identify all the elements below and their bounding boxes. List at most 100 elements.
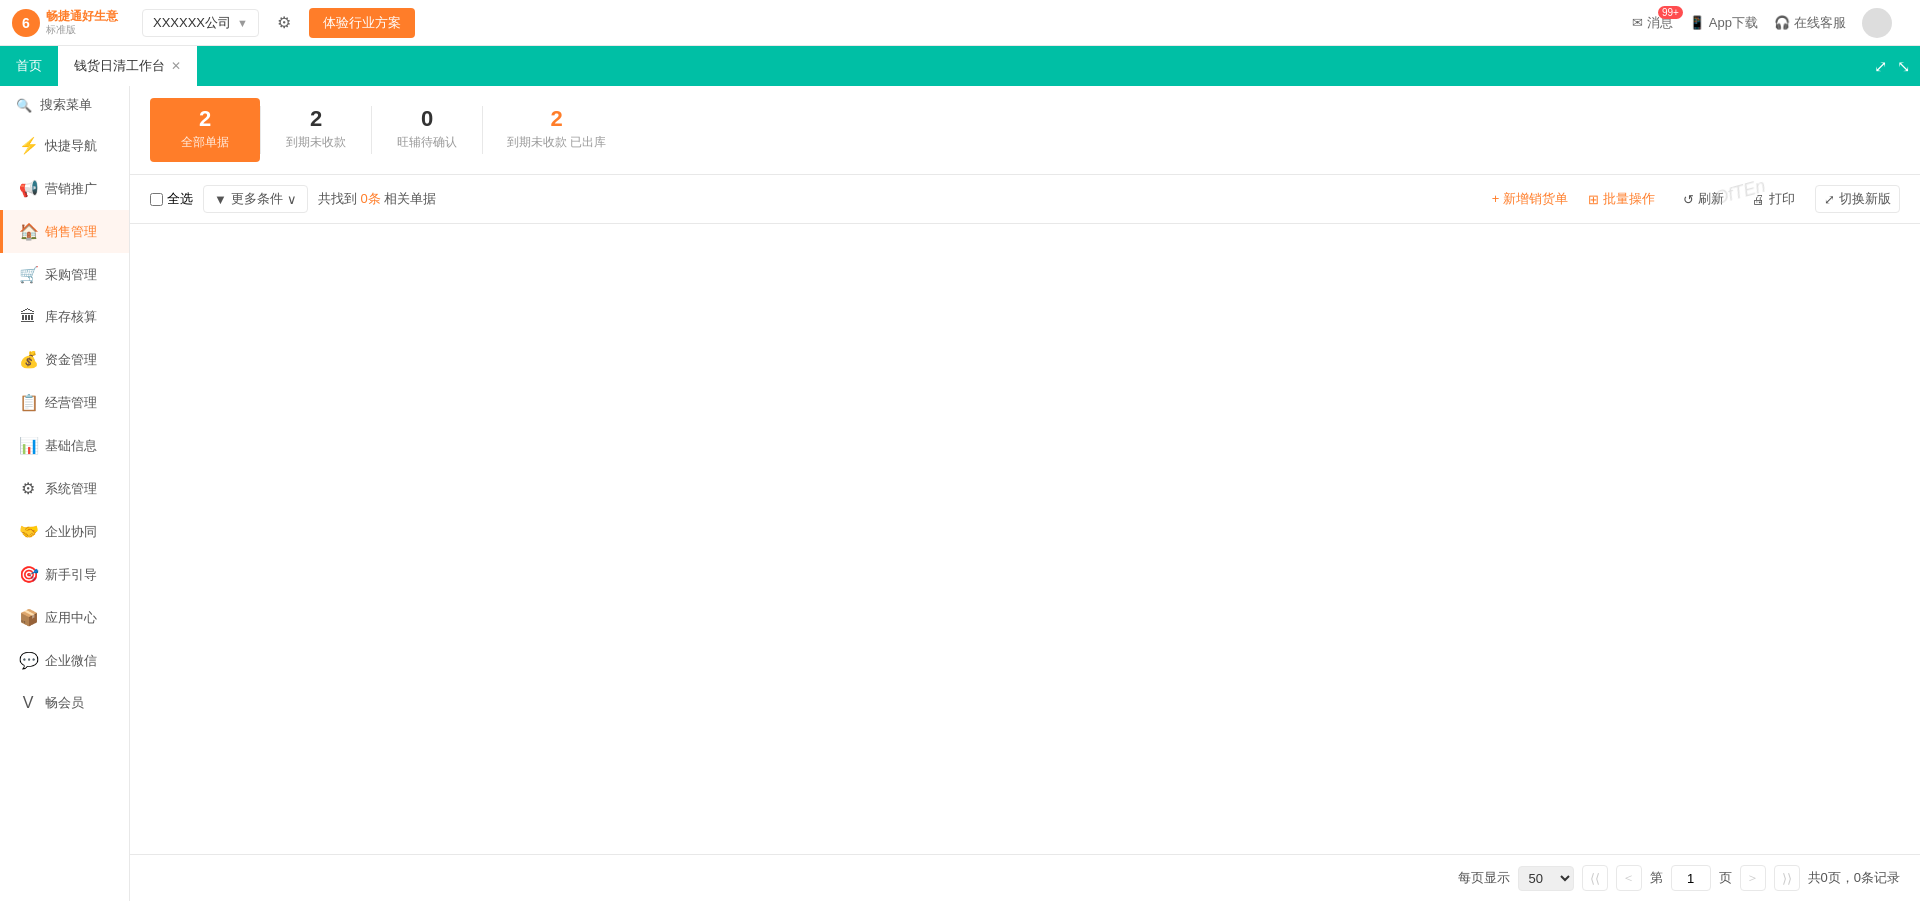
online-service-button[interactable]: 🎧 在线客服	[1774, 14, 1846, 32]
filter-icon: ▼	[214, 192, 227, 207]
sidebar-label-finance: 资金管理	[45, 351, 97, 369]
print-button[interactable]: 🖨 打印	[1744, 186, 1803, 212]
company-name: XXXXXX公司	[153, 14, 231, 32]
summary-cards: 2 全部单据 2 到期未收款 0 旺辅待确认 2 到期未收款 已出库	[130, 86, 1920, 175]
app-center-icon: 📦	[19, 608, 37, 627]
found-text: 共找到 0条 相关单据	[318, 190, 436, 208]
refresh-icon: ↺	[1683, 192, 1694, 207]
sidebar-label-wechat: 企业微信	[45, 652, 97, 670]
sidebar-item-purchase[interactable]: 🛒 采购管理	[0, 253, 129, 296]
avatar[interactable]	[1862, 8, 1892, 38]
filter-button[interactable]: ▼ 更多条件 ∨	[203, 185, 308, 213]
tab-work-label: 钱货日清工作台	[74, 57, 165, 75]
filter-label: 更多条件	[231, 190, 283, 208]
trial-button[interactable]: 体验行业方案	[309, 8, 415, 38]
header-right: ✉ 消息 99+ 📱 App下载 🎧 在线客服	[1632, 8, 1908, 38]
batch-label: 批量操作	[1603, 190, 1655, 208]
pagination-bar: 每页显示 50 20 100 ⟨⟨ ＜ 第 页 ＞ ⟩⟩ 共0页，0条记录	[130, 854, 1920, 901]
sidebar-item-sales[interactable]: 🏠 销售管理	[0, 210, 129, 253]
logo-text: 畅捷通好生意 标准版	[46, 9, 118, 35]
card-shipped-label: 到期未收款 已出库	[507, 134, 606, 151]
logo-title: 畅捷通好生意	[46, 9, 118, 23]
new-sales-order-button[interactable]: + 新增销货单	[1492, 190, 1568, 208]
sidebar-item-system[interactable]: ⚙ 系统管理	[0, 467, 129, 510]
page-label: 第	[1650, 869, 1663, 887]
sidebar-item-quick-nav[interactable]: ⚡ 快捷导航	[0, 124, 129, 167]
batch-action-button[interactable]: ⊞ 批量操作	[1580, 186, 1663, 212]
message-icon: ✉	[1632, 15, 1643, 30]
filter-arrow-icon: ∨	[287, 192, 297, 207]
logo-area: 6 畅捷通好生意 标准版	[12, 9, 142, 37]
tab-expand-button[interactable]: ⤡	[1897, 57, 1910, 76]
tab-home-label: 首页	[16, 57, 42, 75]
next-page-button[interactable]: ＞	[1740, 865, 1766, 891]
message-badge: 99+	[1658, 6, 1683, 19]
toolbar-left: 全选 ▼ 更多条件 ∨ 共找到 0条 相关单据	[150, 185, 446, 213]
first-page-button[interactable]: ⟨⟨	[1582, 865, 1608, 891]
sidebar-item-marketing[interactable]: 📢 营销推广	[0, 167, 129, 210]
sidebar-item-operations[interactable]: 📋 经营管理	[0, 381, 129, 424]
select-all-checkbox[interactable]: 全选	[150, 190, 193, 208]
basic-info-icon: 📊	[19, 436, 37, 455]
settings-button[interactable]: ⚙	[269, 8, 299, 38]
sidebar-label-member: 畅会员	[45, 694, 84, 712]
sidebar-item-guide[interactable]: 🎯 新手引导	[0, 553, 129, 596]
app-download-button[interactable]: 📱 App下载	[1689, 14, 1758, 32]
quick-nav-icon: ⚡	[19, 136, 37, 155]
sidebar-item-enterprise[interactable]: 🤝 企业协同	[0, 510, 129, 553]
sidebar-item-finance[interactable]: 💰 资金管理	[0, 338, 129, 381]
company-selector[interactable]: XXXXXX公司 ▼	[142, 9, 259, 37]
checkbox-input[interactable]	[150, 193, 163, 206]
switch-label: 切换新版	[1839, 190, 1891, 208]
tab-home[interactable]: 首页	[0, 46, 58, 86]
sidebar-item-member[interactable]: V 畅会员	[0, 682, 129, 724]
finance-icon: 💰	[19, 350, 37, 369]
card-shipped-num: 2	[551, 106, 563, 132]
tab-close-icon[interactable]: ✕	[171, 59, 181, 73]
card-overdue-num: 2	[310, 106, 322, 132]
refresh-button[interactable]: ↺ 刷新	[1675, 186, 1732, 212]
search-menu-button[interactable]: 🔍 搜索菜单	[0, 86, 129, 124]
found-prefix: 共找到	[318, 191, 357, 206]
tab-minimize-button[interactable]: ⤢	[1874, 57, 1887, 76]
marketing-icon: 📢	[19, 179, 37, 198]
sidebar-item-wechat[interactable]: 💬 企业微信	[0, 639, 129, 682]
select-all-label: 全选	[167, 190, 193, 208]
online-service-label: 在线客服	[1794, 14, 1846, 32]
sidebar-label-system: 系统管理	[45, 480, 97, 498]
page-input[interactable]	[1671, 865, 1711, 891]
sidebar-item-app-center[interactable]: 📦 应用中心	[0, 596, 129, 639]
system-icon: ⚙	[19, 479, 37, 498]
main-layout: 🔍 搜索菜单 ⚡ 快捷导航 📢 营销推广 🏠 销售管理 🛒 采购管理 🏛 库存核…	[0, 86, 1920, 901]
search-icon: 🔍	[16, 98, 32, 113]
tab-work[interactable]: 钱货日清工作台 ✕	[58, 46, 197, 86]
sidebar-item-basic-info[interactable]: 📊 基础信息	[0, 424, 129, 467]
card-overdue-label: 到期未收款	[286, 134, 346, 151]
tab-bar: 首页 钱货日清工作台 ✕ ⤢ ⤡	[0, 46, 1920, 86]
inventory-icon: 🏛	[19, 308, 37, 326]
sidebar-item-inventory[interactable]: 🏛 库存核算	[0, 296, 129, 338]
page-size-select[interactable]: 50 20 100	[1518, 866, 1574, 891]
top-header: 6 畅捷通好生意 标准版 XXXXXX公司 ▼ ⚙ 体验行业方案 ✉ 消息 99…	[0, 0, 1920, 46]
table-area	[130, 224, 1920, 854]
card-pending[interactable]: 0 旺辅待确认	[372, 98, 482, 162]
guide-icon: 🎯	[19, 565, 37, 584]
message-button[interactable]: ✉ 消息 99+	[1632, 14, 1673, 32]
found-suffix: 相关单据	[384, 191, 436, 206]
print-label: 打印	[1769, 190, 1795, 208]
sidebar-label-operations: 经营管理	[45, 394, 97, 412]
card-shipped[interactable]: 2 到期未收款 已出库	[483, 98, 630, 162]
wechat-icon: 💬	[19, 651, 37, 670]
card-all[interactable]: 2 全部单据	[150, 98, 260, 162]
total-text: 共0页，0条记录	[1808, 869, 1900, 887]
card-pending-label: 旺辅待确认	[397, 134, 457, 151]
card-all-label: 全部单据	[181, 134, 229, 151]
switch-icon: ⤢	[1824, 192, 1835, 207]
switch-new-button[interactable]: ⤢ 切换新版	[1815, 185, 1900, 213]
batch-icon: ⊞	[1588, 192, 1599, 207]
card-overdue[interactable]: 2 到期未收款	[261, 98, 371, 162]
member-icon: V	[19, 694, 37, 712]
prev-page-button[interactable]: ＜	[1616, 865, 1642, 891]
tab-bar-actions: ⤢ ⤡	[1874, 57, 1920, 76]
last-page-button[interactable]: ⟩⟩	[1774, 865, 1800, 891]
